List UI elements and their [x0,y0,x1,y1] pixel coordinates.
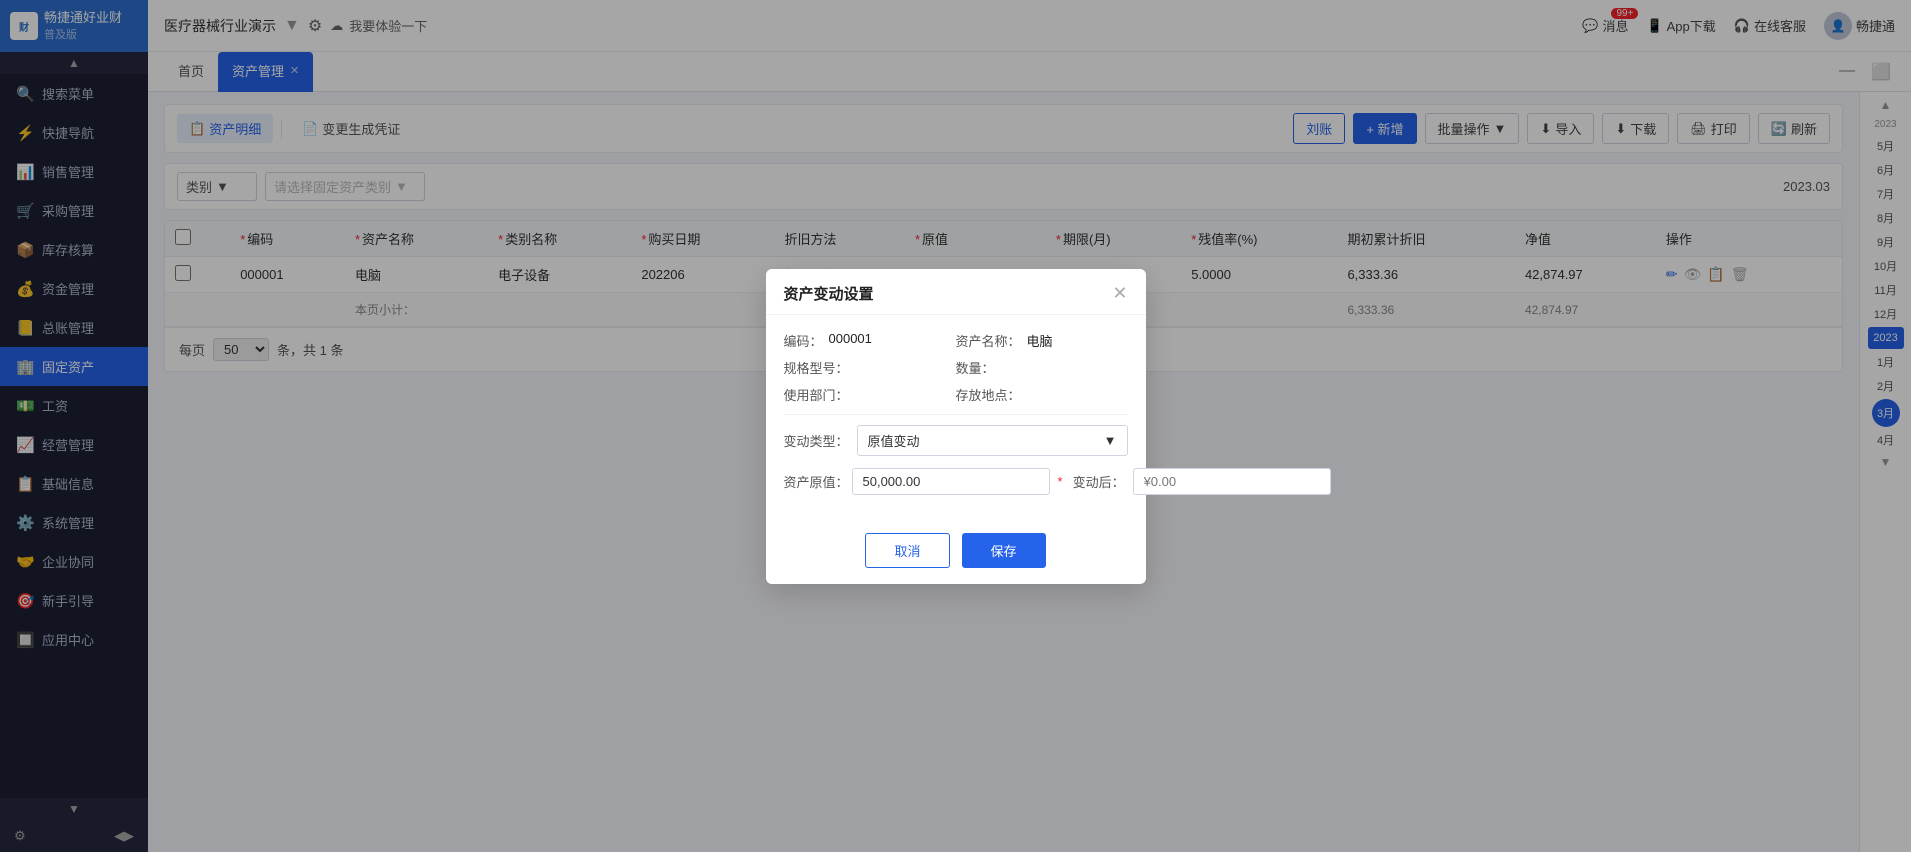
dialog-name-label: 资产名称： [956,331,1021,350]
change-type-val: 原值变动 [868,431,920,450]
dialog-location-label: 存放地点： [956,385,1021,404]
dialog-dept-label: 使用部门： [784,385,849,404]
required-mark: * [1058,474,1063,489]
dialog-info-row-1: 编码： 000001 资产名称： 电脑 [784,331,1128,350]
dropdown-icon: ▼ [1104,433,1117,448]
save-button[interactable]: 保存 [962,533,1046,568]
asset-change-dialog: 资产变动设置 ✕ 编码： 000001 资产名称： 电脑 规格型号： [766,269,1146,584]
dialog-divider [784,414,1128,415]
dialog-qty-label: 数量： [956,358,995,377]
dialog-body: 编码： 000001 资产名称： 电脑 规格型号： 数量： [766,315,1146,523]
dialog-code-col: 编码： 000001 [784,331,956,350]
dialog-change-type-row: 变动类型： 原值变动 ▼ [784,425,1128,456]
dialog-code-label: 编码： [784,331,823,350]
original-value-input[interactable] [852,468,1050,495]
dialog-code-val: 000001 [829,331,872,350]
dialog-footer: 取消 保存 [766,523,1146,584]
dialog-name-val: 电脑 [1027,331,1053,350]
after-value-input[interactable] [1133,468,1331,495]
dialog-info-row-3: 使用部门： 存放地点： [784,385,1128,404]
cancel-button[interactable]: 取消 [865,533,949,568]
dialog-title: 资产变动设置 [784,283,874,304]
modal-overlay: 资产变动设置 ✕ 编码： 000001 资产名称： 电脑 规格型号： [0,0,1911,852]
dialog-qty-col: 数量： [956,358,1128,377]
dialog-name-col: 资产名称： 电脑 [956,331,1128,350]
dialog-spec-col: 规格型号： [784,358,956,377]
dialog-value-row: 资产原值： * 变动后： [784,468,1128,495]
change-type-select[interactable]: 原值变动 ▼ [857,425,1128,456]
dialog-spec-label: 规格型号： [784,358,849,377]
after-label: 变动后： [1073,472,1125,491]
dialog-original-label: 资产原值： [784,472,844,491]
dialog-close-icon[interactable]: ✕ [1112,283,1127,304]
dialog-change-type-label: 变动类型： [784,431,849,450]
dialog-location-col: 存放地点： [956,385,1128,404]
dialog-dept-col: 使用部门： [784,385,956,404]
dialog-header: 资产变动设置 ✕ [766,269,1146,315]
dialog-info-row-2: 规格型号： 数量： [784,358,1128,377]
